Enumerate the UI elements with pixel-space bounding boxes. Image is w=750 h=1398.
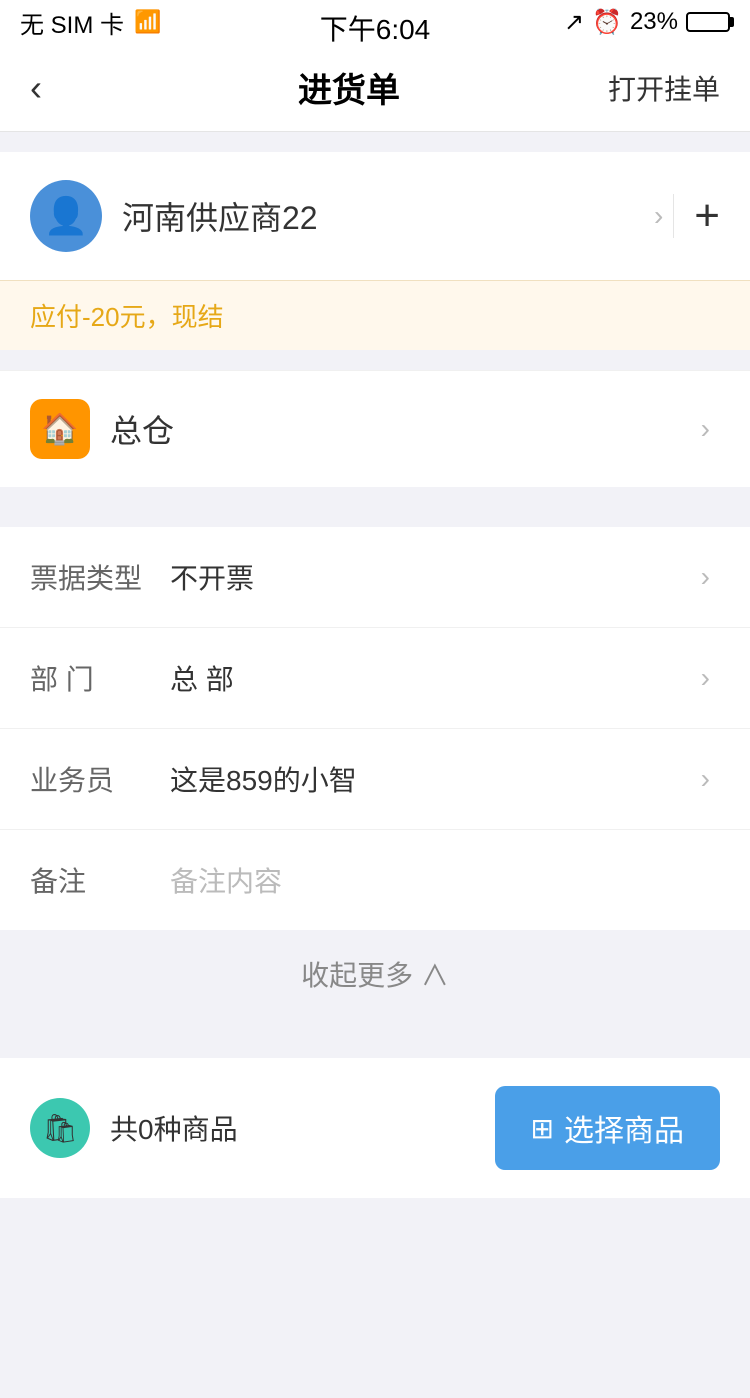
status-left: 无 SIM 卡 📶 (20, 5, 161, 40)
collapse-label: 收起更多 ∧ (301, 960, 449, 991)
remark-row[interactable]: 备注 备注内容 (0, 830, 750, 930)
department-row[interactable]: 部 门 总 部 › (0, 628, 750, 729)
location-icon: ↗ (564, 8, 584, 37)
avatar-icon: 👤 (44, 195, 89, 237)
alert-text: 应付-20元，现结 (30, 302, 224, 332)
battery-percent: 23% (630, 8, 678, 36)
top-divider (0, 132, 750, 152)
supplier-row[interactable]: 👤 河南供应商22 › + (0, 152, 750, 280)
supplier-avatar: 👤 (30, 180, 102, 252)
back-button[interactable]: ‹ (30, 67, 90, 109)
warehouse-section: 🏠 总仓 › (0, 370, 750, 487)
alarm-icon: ⏰ (592, 8, 622, 37)
select-product-label: 选择商品 (564, 1106, 684, 1150)
status-bar: 无 SIM 卡 📶 下午6:04 ↗ ⏰ 23% (0, 0, 750, 44)
form-section: 票据类型 不开票 › 部 门 总 部 › 业务员 这是859的小智 › 备注 备… (0, 527, 750, 930)
warehouse-divider (0, 350, 750, 370)
supplier-section: 👤 河南供应商22 › + 应付-20元，现结 (0, 152, 750, 350)
status-right: ↗ ⏰ 23% (564, 8, 730, 37)
nav-bar: ‹ 进货单 打开挂单 (0, 44, 750, 132)
supplier-name: 河南供应商22 (122, 193, 654, 239)
invoice-type-row[interactable]: 票据类型 不开票 › (0, 527, 750, 628)
open-pending-button[interactable]: 打开挂单 (608, 68, 720, 108)
select-product-icon: ⊞ (531, 1112, 554, 1145)
salesperson-chevron-icon: › (701, 763, 710, 795)
warehouse-row[interactable]: 🏠 总仓 › (0, 370, 750, 487)
department-value: 总 部 (170, 658, 701, 698)
alert-banner: 应付-20元，现结 (0, 280, 750, 350)
supplier-chevron-icon: › (654, 200, 663, 232)
warehouse-name: 总仓 (110, 406, 701, 452)
warehouse-icon: 🏠 (41, 412, 78, 447)
background-fill (0, 1198, 750, 1398)
status-time: 下午6:04 (320, 8, 431, 48)
product-count: 共0种商品 (110, 1108, 495, 1148)
warehouse-chevron-icon: › (701, 413, 710, 445)
carrier-label: 无 SIM 卡 (20, 5, 124, 40)
battery-bar (686, 12, 730, 32)
invoice-type-chevron-icon: › (701, 561, 710, 593)
salesperson-value: 这是859的小智 (170, 759, 701, 799)
collapse-button[interactable]: 收起更多 ∧ (0, 930, 750, 1018)
remark-label: 备注 (30, 860, 170, 900)
department-label: 部 门 (30, 658, 170, 698)
select-product-button[interactable]: ⊞ 选择商品 (495, 1086, 720, 1170)
add-supplier-button[interactable]: + (673, 194, 720, 238)
invoice-type-label: 票据类型 (30, 557, 170, 597)
bottom-divider (0, 1018, 750, 1038)
product-bag-icon: 🛍 (42, 1112, 78, 1145)
page-title: 进货单 (90, 63, 608, 112)
form-divider (0, 487, 750, 507)
department-chevron-icon: › (701, 662, 710, 694)
wifi-icon: 📶 (134, 9, 161, 35)
remark-placeholder[interactable]: 备注内容 (170, 860, 720, 900)
product-section: 🛍 共0种商品 ⊞ 选择商品 (0, 1058, 750, 1198)
warehouse-icon-wrap: 🏠 (30, 399, 90, 459)
salesperson-row[interactable]: 业务员 这是859的小智 › (0, 729, 750, 830)
product-icon-wrap: 🛍 (30, 1098, 90, 1158)
invoice-type-value: 不开票 (170, 557, 701, 597)
salesperson-label: 业务员 (30, 759, 170, 799)
